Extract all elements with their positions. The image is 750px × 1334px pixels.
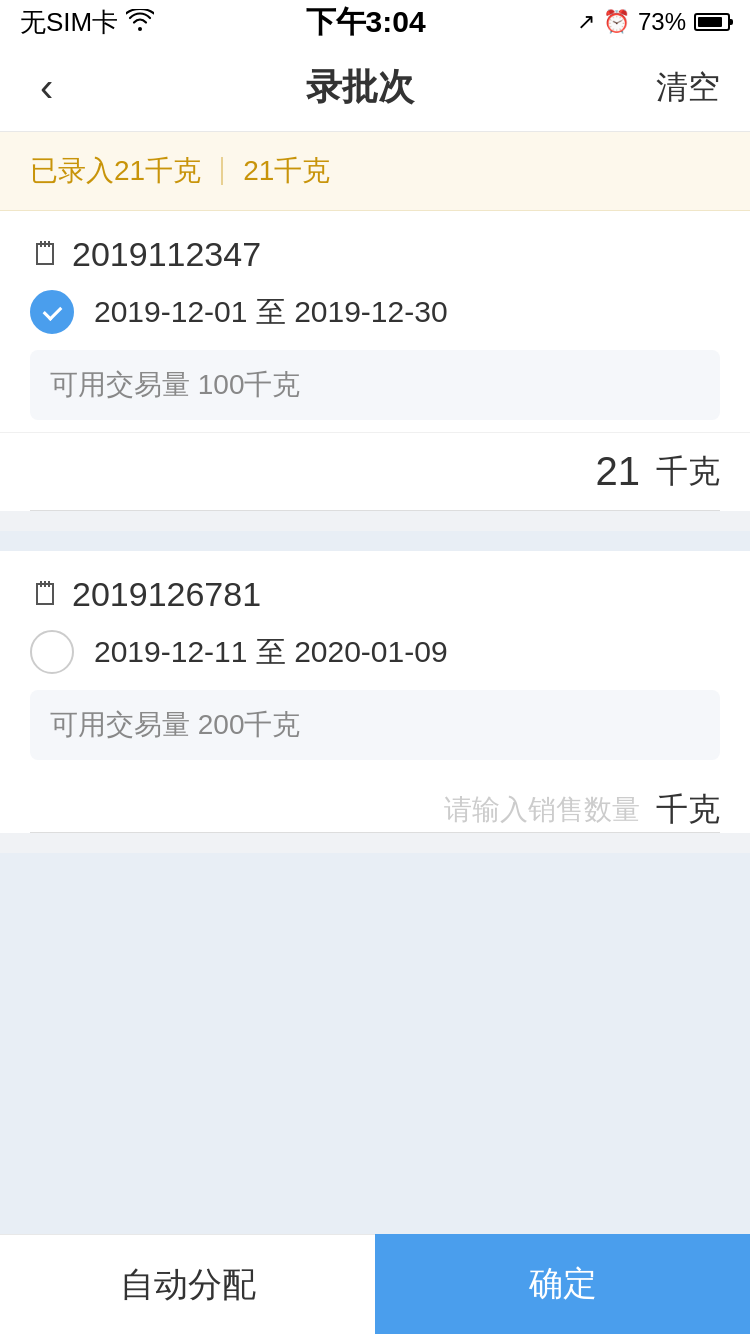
clear-button[interactable]: 清空 <box>656 66 720 110</box>
status-right: ↗ ⏰ 73% <box>577 8 730 36</box>
batch-avail-1: 可用交易量 100千克 <box>30 350 720 420</box>
input-row-2: 请输入销售数量 千克 <box>0 772 750 832</box>
batch-radio-2[interactable] <box>30 630 74 674</box>
status-bar: 无SIM卡 下午3:04 ↗ ⏰ 73% <box>0 0 750 44</box>
alarm-icon: ⏰ <box>603 9 630 35</box>
auto-distribute-button[interactable]: 自动分配 <box>0 1234 375 1334</box>
quantity-row-1: 千克 <box>0 432 750 510</box>
batch-date-row-2: 2019-12-11 至 2020-01-09 <box>0 622 750 682</box>
batch-date-1: 2019-12-01 至 2019-12-30 <box>94 292 448 333</box>
location-icon: ↗ <box>577 9 595 35</box>
input-placeholder-2: 请输入销售数量 <box>444 791 640 829</box>
nav-bar: ‹ 录批次 清空 <box>0 44 750 132</box>
batch-date-row-1: 2019-12-01 至 2019-12-30 <box>0 282 750 342</box>
batch-id-2: 2019126781 <box>72 575 261 614</box>
quantity-underline-2 <box>30 832 720 833</box>
bottom-buttons: 自动分配 确定 <box>0 1234 750 1334</box>
batch-icon-2: 🗒 <box>30 576 62 613</box>
quantity-input-1[interactable] <box>480 449 640 494</box>
summary-divider <box>221 157 223 185</box>
summary-value: 21千克 <box>243 152 330 190</box>
page-title: 录批次 <box>306 63 414 112</box>
battery-text: 73% <box>638 8 686 36</box>
batch-item-1: 🗒 2019112347 2019-12-01 至 2019-12-30 可用交… <box>0 211 750 511</box>
batch-radio-1[interactable] <box>30 290 74 334</box>
status-left: 无SIM卡 <box>20 5 154 40</box>
batch-id-1: 2019112347 <box>72 235 261 274</box>
summary-bar: 已录入21千克 21千克 <box>0 132 750 211</box>
batch-icon-1: 🗒 <box>30 236 62 273</box>
section-divider <box>0 531 750 551</box>
quantity-underline-1 <box>30 510 720 511</box>
status-time: 下午3:04 <box>306 2 426 43</box>
quantity-unit-1: 千克 <box>656 450 720 494</box>
wifi-icon <box>126 7 154 38</box>
input-unit-2: 千克 <box>656 788 720 832</box>
batch-header-1: 🗒 2019112347 <box>0 211 750 282</box>
battery-icon <box>694 13 730 31</box>
confirm-button[interactable]: 确定 <box>375 1234 750 1334</box>
content-area: 🗒 2019112347 2019-12-01 至 2019-12-30 可用交… <box>0 211 750 1334</box>
summary-label: 已录入21千克 <box>30 152 201 190</box>
back-button[interactable]: ‹ <box>30 55 63 120</box>
carrier-text: 无SIM卡 <box>20 5 118 40</box>
batch-avail-2: 可用交易量 200千克 <box>30 690 720 760</box>
batch-header-2: 🗒 2019126781 <box>0 551 750 622</box>
batch-date-2: 2019-12-11 至 2020-01-09 <box>94 632 448 673</box>
batch-item-2: 🗒 2019126781 2019-12-11 至 2020-01-09 可用交… <box>0 551 750 833</box>
